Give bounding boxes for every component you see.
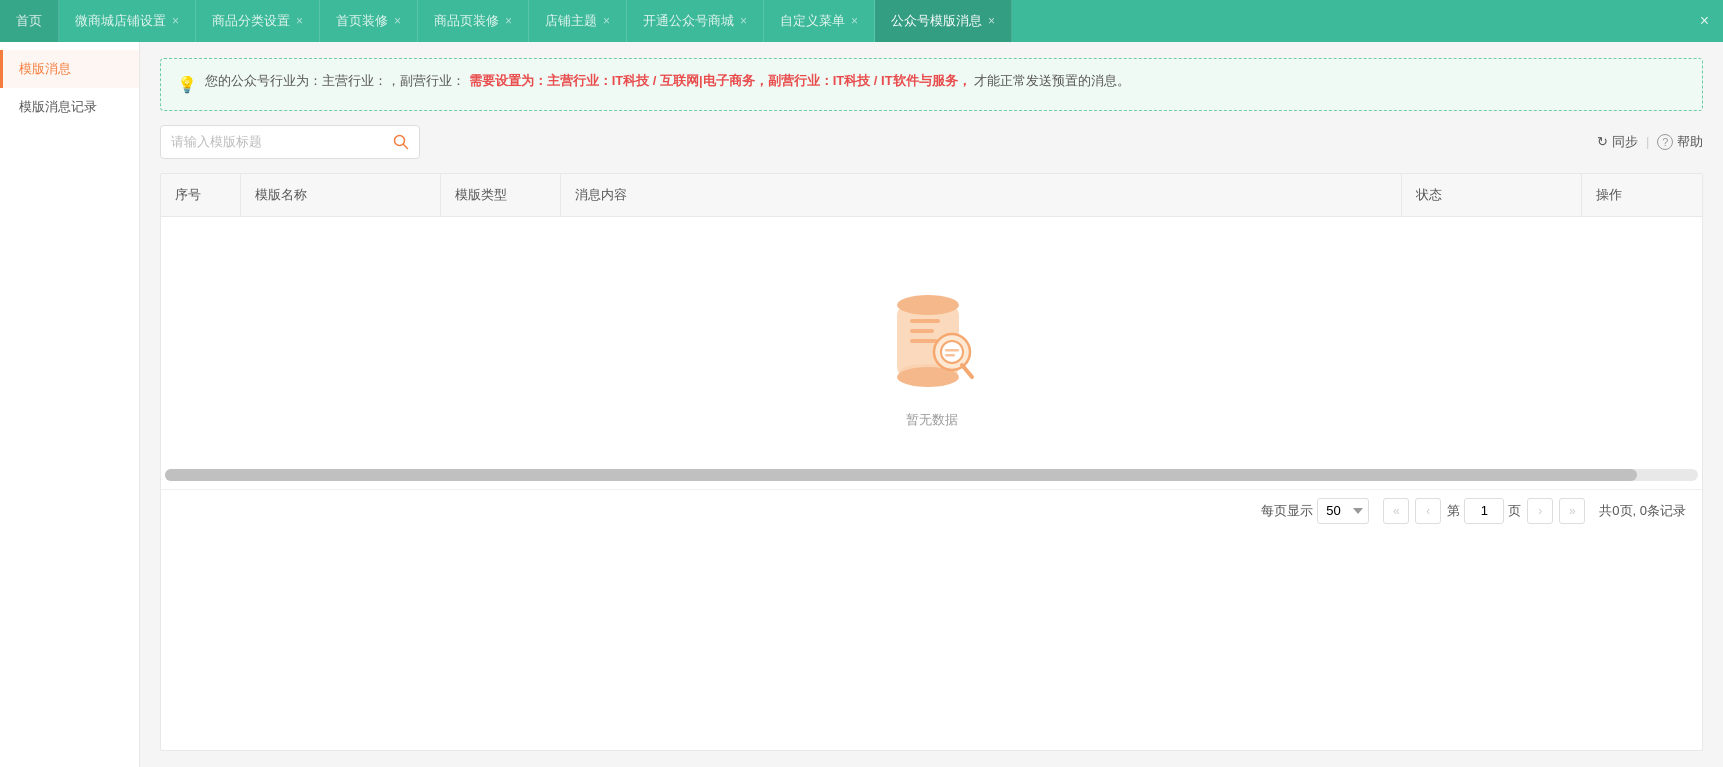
next-page-button[interactable]: › — [1527, 498, 1553, 524]
per-page-select[interactable]: 10 20 50 100 — [1317, 498, 1369, 524]
svg-point-10 — [941, 341, 963, 363]
search-button[interactable] — [383, 134, 419, 150]
sync-button[interactable]: ↻ 同步 — [1597, 133, 1638, 151]
content-area: 💡 您的公众号行业为：主营行业：，副营行业： 需要设置为：主营行业：IT科技 /… — [140, 42, 1723, 767]
per-page-wrap: 每页显示 10 20 50 100 — [1261, 498, 1369, 524]
main-layout: 模版消息 模版消息记录 💡 您的公众号行业为：主营行业：，副营行业： 需要设置为… — [0, 42, 1723, 767]
empty-state: 暂无数据 — [161, 217, 1702, 469]
page-current-wrap: 第 页 — [1447, 498, 1521, 524]
scrollbar-thumb — [165, 469, 1637, 481]
tab-shop-theme-close[interactable]: × — [603, 15, 610, 27]
help-label: 帮助 — [1677, 134, 1703, 149]
page-unit: 页 — [1508, 502, 1521, 520]
svg-rect-13 — [945, 354, 955, 357]
tab-template-msg-close[interactable]: × — [988, 15, 995, 27]
notice-text: 您的公众号行业为：主营行业：，副营行业： 需要设置为：主营行业：IT科技 / 互… — [205, 71, 1130, 92]
th-action: 操作 — [1582, 174, 1702, 216]
prev-page-button[interactable]: ‹ — [1415, 498, 1441, 524]
close-all-button[interactable]: × — [1686, 12, 1723, 30]
search-bar: ↻ 同步 | ? 帮助 — [160, 125, 1703, 159]
notice-prefix: 您的公众号行业为：主营行业：，副营行业： — [205, 73, 465, 88]
svg-line-1 — [404, 144, 408, 148]
tab-shop-theme-label: 店铺主题 — [545, 12, 597, 30]
svg-rect-12 — [945, 349, 959, 352]
th-status: 状态 — [1402, 174, 1582, 216]
svg-point-4 — [897, 295, 959, 315]
tab-custom-menu[interactable]: 自定义菜单 × — [764, 0, 875, 42]
sync-label: 同步 — [1612, 134, 1638, 149]
search-icon — [393, 134, 409, 150]
notice-box: 💡 您的公众号行业为：主营行业：，副营行业： 需要设置为：主营行业：IT科技 /… — [160, 58, 1703, 111]
tab-product-category[interactable]: 商品分类设置 × — [196, 0, 320, 42]
tab-custom-menu-label: 自定义菜单 — [780, 12, 845, 30]
svg-line-11 — [962, 365, 972, 377]
data-table: 序号 模版名称 模版类型 消息内容 状态 操作 — [160, 173, 1703, 751]
empty-state-text: 暂无数据 — [906, 411, 958, 429]
search-input[interactable] — [161, 134, 383, 149]
horizontal-scrollbar[interactable] — [165, 469, 1698, 481]
notice-icon: 💡 — [177, 72, 197, 98]
page-label: 第 — [1447, 502, 1460, 520]
table-header: 序号 模版名称 模版类型 消息内容 状态 操作 — [161, 174, 1702, 217]
th-type: 模版类型 — [441, 174, 561, 216]
tab-product-category-label: 商品分类设置 — [212, 12, 290, 30]
tab-weishop-settings[interactable]: 微商城店铺设置 × — [59, 0, 196, 42]
help-icon: ? — [1657, 134, 1673, 150]
tab-shop-theme[interactable]: 店铺主题 × — [529, 0, 627, 42]
help-button[interactable]: ? 帮助 — [1657, 133, 1703, 151]
tab-homepage-decor[interactable]: 首页装修 × — [320, 0, 418, 42]
toolbar-divider: | — [1646, 134, 1649, 149]
per-page-label: 每页显示 — [1261, 502, 1313, 520]
tab-home[interactable]: 首页 — [0, 0, 59, 42]
tab-weishop-settings-close[interactable]: × — [172, 15, 179, 27]
notice-suffix: 才能正常发送预置的消息。 — [974, 73, 1130, 88]
tab-product-page-decor-close[interactable]: × — [505, 15, 512, 27]
tab-product-page-decor[interactable]: 商品页装修 × — [418, 0, 529, 42]
page-input[interactable] — [1464, 498, 1504, 524]
first-page-button[interactable]: « — [1383, 498, 1409, 524]
tab-template-msg-label: 公众号模版消息 — [891, 12, 982, 30]
tab-product-category-close[interactable]: × — [296, 15, 303, 27]
th-name: 模版名称 — [241, 174, 441, 216]
tab-weishop-settings-label: 微商城店铺设置 — [75, 12, 166, 30]
sidebar-item-template-message-label: 模版消息 — [19, 61, 71, 76]
th-content: 消息内容 — [561, 174, 1402, 216]
empty-state-icon — [872, 277, 992, 397]
tab-open-wechat-shop[interactable]: 开通公众号商城 × — [627, 0, 764, 42]
pagination: 每页显示 10 20 50 100 « ‹ 第 页 › » 共0 — [161, 489, 1702, 536]
sidebar-item-template-message[interactable]: 模版消息 — [0, 50, 139, 88]
th-index: 序号 — [161, 174, 241, 216]
sidebar-item-template-message-log[interactable]: 模版消息记录 — [0, 88, 139, 126]
tab-custom-menu-close[interactable]: × — [851, 15, 858, 27]
sidebar-item-template-message-log-label: 模版消息记录 — [19, 99, 97, 114]
tab-homepage-decor-label: 首页装修 — [336, 12, 388, 30]
top-nav: 首页 微商城店铺设置 × 商品分类设置 × 首页装修 × 商品页装修 × 店铺主… — [0, 0, 1723, 42]
toolbar-right: ↻ 同步 | ? 帮助 — [1597, 133, 1703, 151]
svg-rect-8 — [910, 339, 938, 343]
tab-template-msg[interactable]: 公众号模版消息 × — [875, 0, 1012, 42]
tab-open-wechat-shop-close[interactable]: × — [740, 15, 747, 27]
last-page-button[interactable]: » — [1559, 498, 1585, 524]
sync-icon: ↻ — [1597, 134, 1608, 149]
svg-rect-7 — [910, 329, 934, 333]
svg-rect-6 — [910, 319, 940, 323]
tab-homepage-decor-close[interactable]: × — [394, 15, 401, 27]
notice-highlight: 需要设置为：主营行业：IT科技 / 互联网|电子商务，副营行业：IT科技 / I… — [469, 73, 971, 88]
total-info: 共0页, 0条记录 — [1599, 502, 1686, 520]
tab-home-label: 首页 — [16, 12, 42, 30]
tab-open-wechat-shop-label: 开通公众号商城 — [643, 12, 734, 30]
sidebar: 模版消息 模版消息记录 — [0, 42, 140, 767]
search-input-wrap[interactable] — [160, 125, 420, 159]
tab-product-page-decor-label: 商品页装修 — [434, 12, 499, 30]
